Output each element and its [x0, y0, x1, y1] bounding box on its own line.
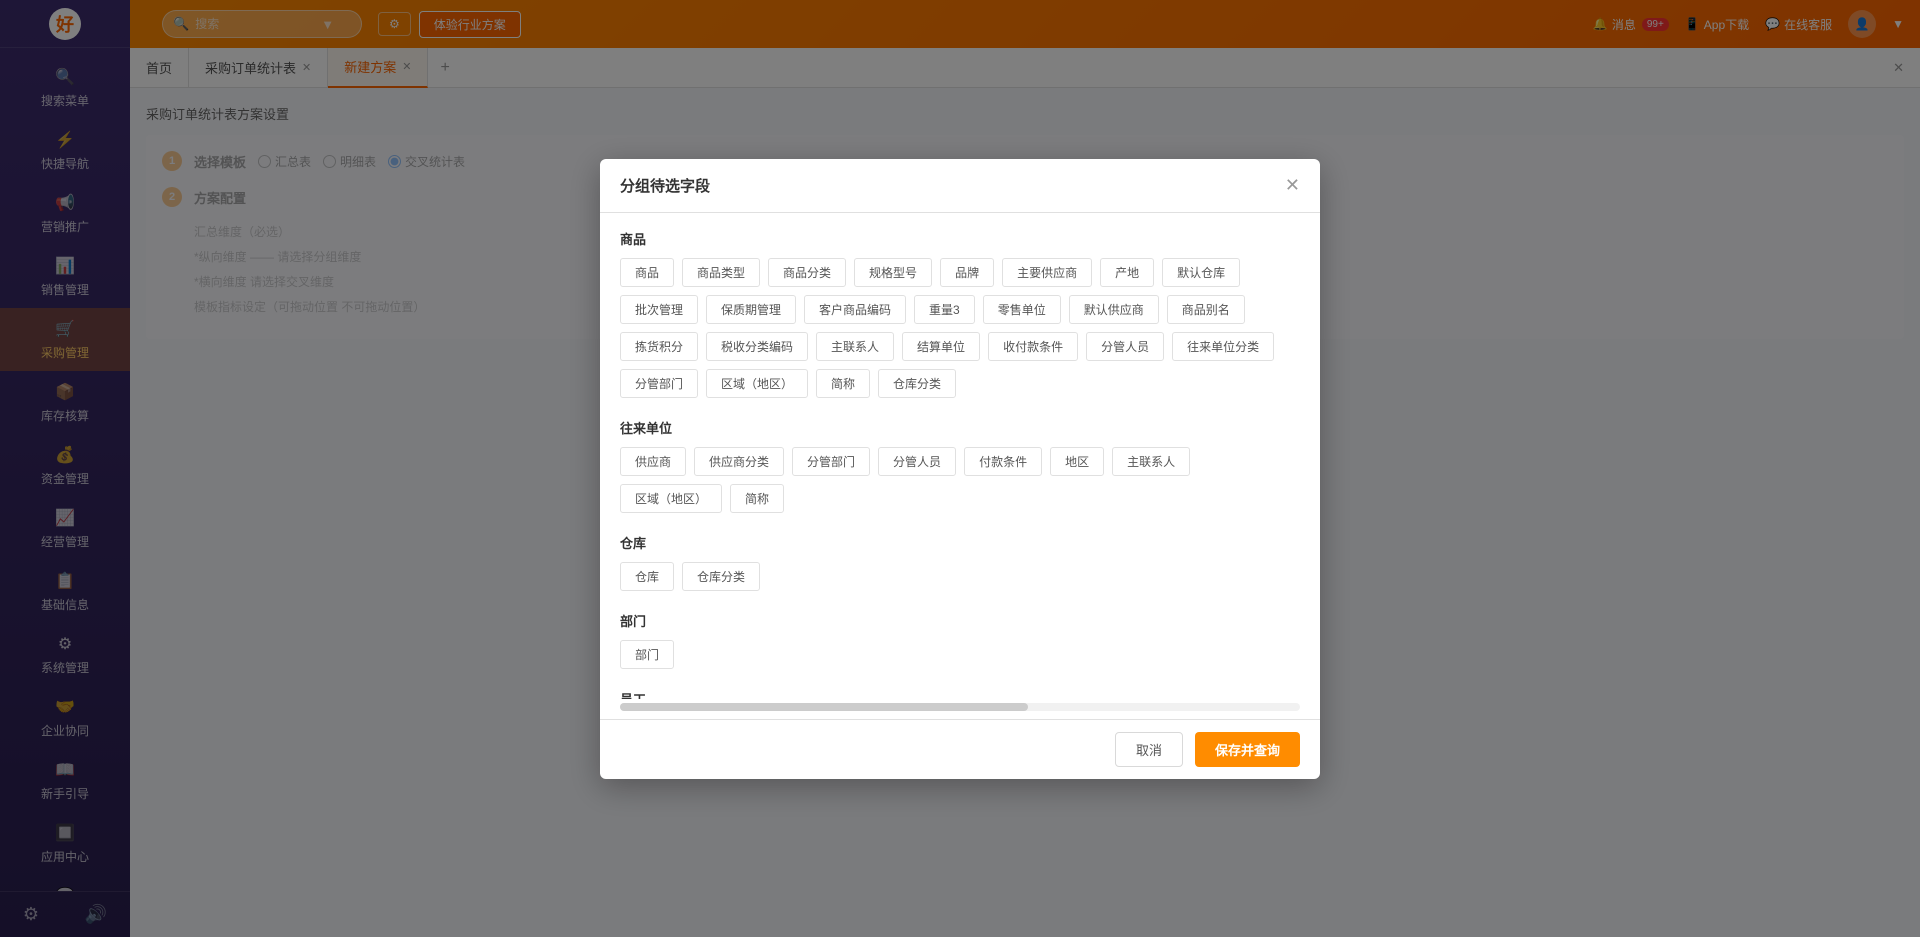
- field-tag-partner-5[interactable]: 地区: [1050, 447, 1104, 476]
- section-department: 部门部门: [620, 611, 1300, 669]
- field-tag-product-3[interactable]: 规格型号: [854, 258, 932, 287]
- section-warehouse: 仓库仓库仓库分类: [620, 533, 1300, 591]
- field-tag-product-14[interactable]: 商品别名: [1167, 295, 1245, 324]
- field-tag-product-25[interactable]: 仓库分类: [878, 369, 956, 398]
- field-tag-warehouse-1[interactable]: 仓库分类: [682, 562, 760, 591]
- field-tag-product-24[interactable]: 简称: [816, 369, 870, 398]
- section-title-product: 商品: [620, 229, 1300, 248]
- modal-title: 分组待选字段: [620, 175, 710, 196]
- modal-header: 分组待选字段 ✕: [600, 159, 1320, 213]
- field-tag-product-6[interactable]: 产地: [1100, 258, 1154, 287]
- field-tag-product-22[interactable]: 分管部门: [620, 369, 698, 398]
- field-tag-product-0[interactable]: 商品: [620, 258, 674, 287]
- field-tag-product-21[interactable]: 往来单位分类: [1172, 332, 1274, 361]
- field-tag-product-2[interactable]: 商品分类: [768, 258, 846, 287]
- section-title-partner: 往来单位: [620, 418, 1300, 437]
- modal-overlay: 分组待选字段 ✕ 商品商品商品类型商品分类规格型号品牌主要供应商产地默认仓库批次…: [0, 0, 1920, 937]
- modal-footer: 取消 保存并查询: [600, 719, 1320, 779]
- field-tag-product-4[interactable]: 品牌: [940, 258, 994, 287]
- field-tag-partner-2[interactable]: 分管部门: [792, 447, 870, 476]
- field-tag-partner-1[interactable]: 供应商分类: [694, 447, 784, 476]
- field-tag-department-0[interactable]: 部门: [620, 640, 674, 669]
- modal-scroll-thumb: [620, 703, 1028, 711]
- field-tag-product-17[interactable]: 主联系人: [816, 332, 894, 361]
- section-partner: 往来单位供应商供应商分类分管部门分管人员付款条件地区主联系人区域（地区） 简称: [620, 418, 1300, 513]
- field-tags-warehouse: 仓库仓库分类: [620, 562, 1300, 591]
- field-tags-partner: 供应商供应商分类分管部门分管人员付款条件地区主联系人区域（地区） 简称: [620, 447, 1300, 513]
- field-tags-department: 部门: [620, 640, 1300, 669]
- field-tag-product-1[interactable]: 商品类型: [682, 258, 760, 287]
- field-tag-partner-6[interactable]: 主联系人: [1112, 447, 1190, 476]
- modal-body: 商品商品商品类型商品分类规格型号品牌主要供应商产地默认仓库批次管理保质期管理客户…: [600, 213, 1320, 699]
- field-tag-product-7[interactable]: 默认仓库: [1162, 258, 1240, 287]
- field-tag-partner-4[interactable]: 付款条件: [964, 447, 1042, 476]
- field-tag-partner-3[interactable]: 分管人员: [878, 447, 956, 476]
- field-tag-product-12[interactable]: 零售单位: [983, 295, 1061, 324]
- field-select-modal: 分组待选字段 ✕ 商品商品商品类型商品分类规格型号品牌主要供应商产地默认仓库批次…: [600, 159, 1320, 779]
- modal-close-btn[interactable]: ✕: [1285, 176, 1300, 194]
- section-employee: 员工业务员: [620, 689, 1300, 699]
- field-tags-product: 商品商品类型商品分类规格型号品牌主要供应商产地默认仓库批次管理保质期管理客户商品…: [620, 258, 1300, 398]
- field-tag-partner-0[interactable]: 供应商: [620, 447, 686, 476]
- field-tag-product-9[interactable]: 保质期管理: [706, 295, 796, 324]
- section-product: 商品商品商品类型商品分类规格型号品牌主要供应商产地默认仓库批次管理保质期管理客户…: [620, 229, 1300, 398]
- section-title-department: 部门: [620, 611, 1300, 630]
- confirm-button[interactable]: 保存并查询: [1195, 732, 1300, 767]
- field-tag-product-23[interactable]: 区域（地区）: [706, 369, 808, 398]
- field-tag-product-10[interactable]: 客户商品编码: [804, 295, 906, 324]
- field-tag-product-5[interactable]: 主要供应商: [1002, 258, 1092, 287]
- field-tag-product-20[interactable]: 分管人员: [1086, 332, 1164, 361]
- modal-horizontal-scrollbar[interactable]: [620, 703, 1300, 711]
- field-tag-partner-7[interactable]: 区域（地区）: [620, 484, 722, 513]
- field-tag-partner-8[interactable]: 简称: [730, 484, 784, 513]
- field-tag-product-15[interactable]: 拣货积分: [620, 332, 698, 361]
- field-tag-product-16[interactable]: 税收分类编码: [706, 332, 808, 361]
- field-tag-product-13[interactable]: 默认供应商: [1069, 295, 1159, 324]
- field-tag-product-19[interactable]: 收付款条件: [988, 332, 1078, 361]
- field-tag-product-11[interactable]: 重量3: [914, 295, 975, 324]
- section-title-warehouse: 仓库: [620, 533, 1300, 552]
- field-tag-product-8[interactable]: 批次管理: [620, 295, 698, 324]
- cancel-button[interactable]: 取消: [1115, 732, 1183, 767]
- field-tag-warehouse-0[interactable]: 仓库: [620, 562, 674, 591]
- section-title-employee: 员工: [620, 689, 1300, 699]
- field-tag-product-18[interactable]: 结算单位: [902, 332, 980, 361]
